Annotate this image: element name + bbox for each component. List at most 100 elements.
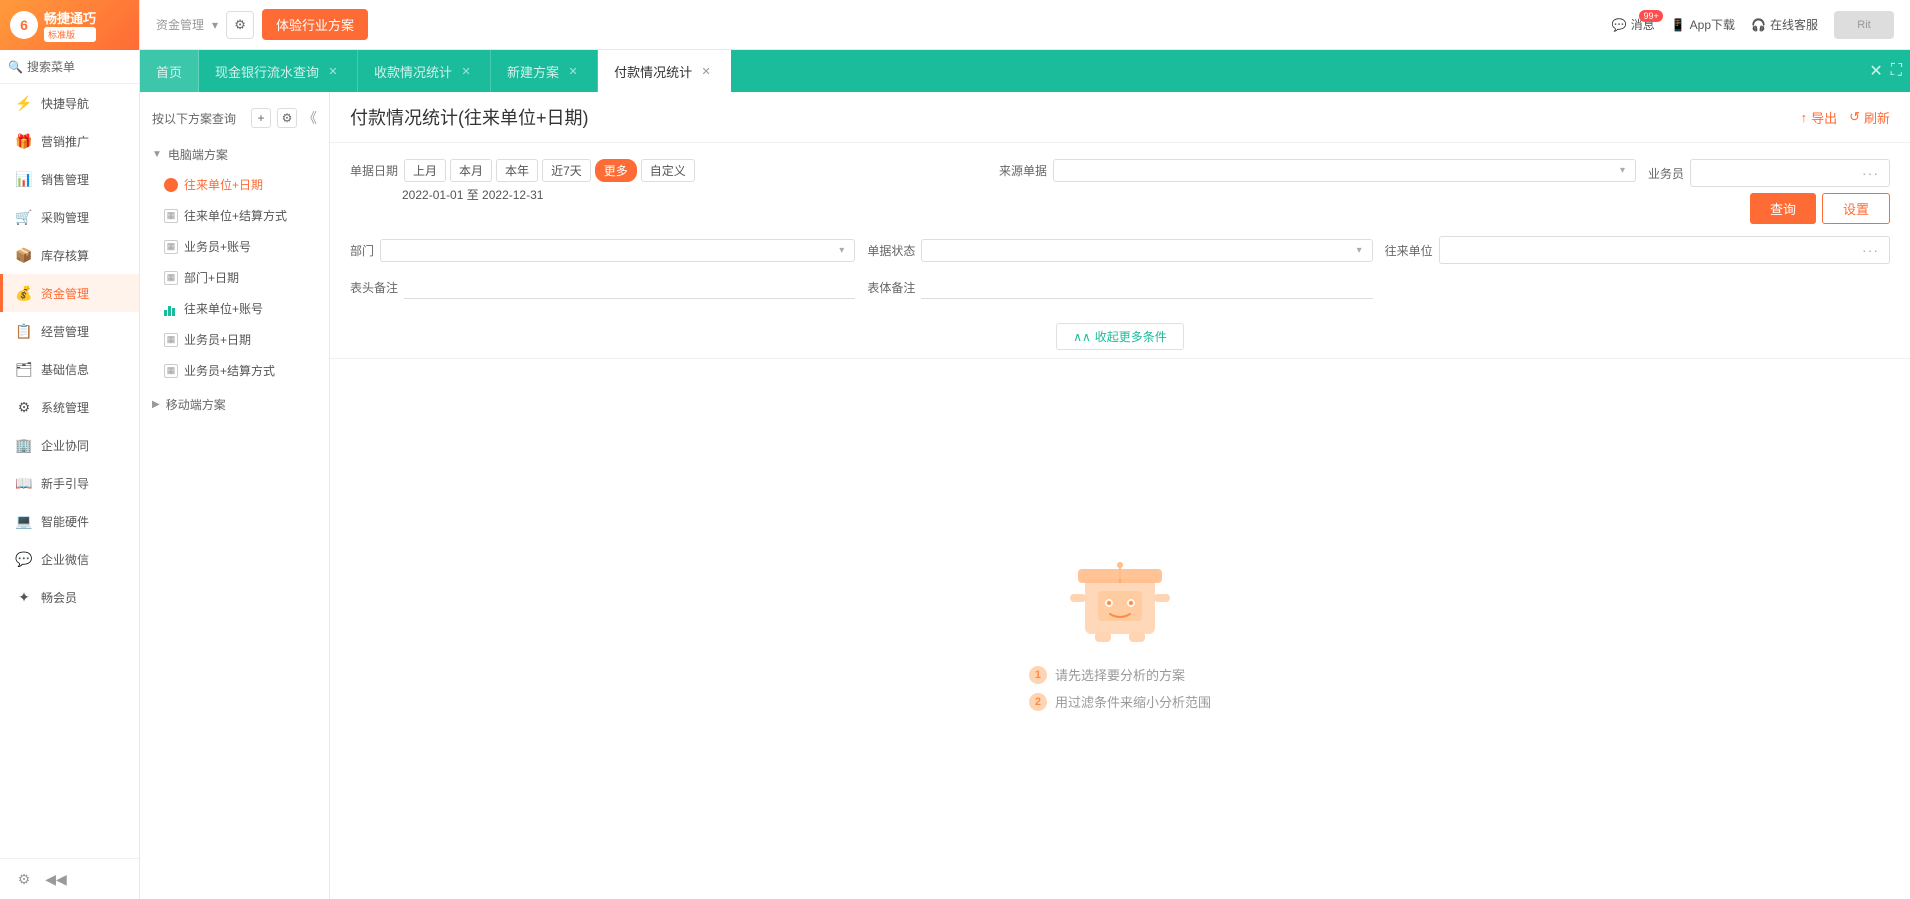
service-action[interactable]: 🎧 在线客服 — [1751, 16, 1818, 33]
scheme-item-unit-account[interactable]: 往来单位+账号 — [140, 293, 329, 324]
date-options: 上月 本月 本年 近7天 更多 自定义 — [404, 159, 695, 182]
scheme-group-desktop: ▼ 电脑端方案 往来单位+日期 ▦ 往来单位+结算方式 ▦ 业务员+账号 ▦ — [140, 140, 329, 386]
sidebar-item-label: 销售管理 — [41, 171, 89, 188]
filter-settings-btn[interactable]: 设置 — [1822, 193, 1890, 224]
group-arrow-down: ▼ — [152, 149, 162, 160]
sidebar-search[interactable]: 🔍 搜索菜单 — [0, 50, 139, 84]
sidebar-item-shortcut[interactable]: ⚡ 快捷导航 — [0, 84, 139, 122]
tabbar-close-icon[interactable]: ✕ — [1869, 61, 1882, 81]
sidebar-item-purchase[interactable]: 🛒 采购管理 — [0, 198, 139, 236]
query-btn[interactable]: 查询 — [1750, 193, 1816, 224]
scheme-item-circle-icon — [164, 178, 178, 192]
body-note-label: 表体备注 — [867, 279, 915, 296]
tab-cashflow-close[interactable]: ✕ — [325, 63, 341, 79]
tab-spacer — [731, 50, 1861, 92]
sidebar-item-marketing[interactable]: 🎁 营销推广 — [0, 122, 139, 160]
sidebar-item-wechat[interactable]: 💬 企业微信 — [0, 540, 139, 578]
sidebar-footer: ⚙ ◀◀ — [0, 858, 139, 899]
date-btn-custom[interactable]: 自定义 — [641, 159, 695, 182]
tabbar-actions: ✕ ⛶ — [1861, 50, 1910, 92]
date-btn-last-month[interactable]: 上月 — [404, 159, 446, 182]
scheme-item-unit-settle[interactable]: ▦ 往来单位+结算方式 — [140, 200, 329, 231]
partner-select[interactable]: ··· — [1439, 236, 1890, 264]
refresh-btn[interactable]: ↺ 刷新 — [1849, 108, 1890, 127]
sidebar-item-inventory[interactable]: 📦 库存核算 — [0, 236, 139, 274]
sidebar-item-guide[interactable]: 📖 新手引导 — [0, 464, 139, 502]
scheme-group-mobile-title[interactable]: ▶ 移动端方案 — [140, 390, 329, 419]
footer-collapse-icon[interactable]: ◀◀ — [44, 867, 68, 891]
main-content: 付款情况统计(往来单位+日期) ↑ 导出 ↺ 刷新 — [330, 92, 1910, 899]
tab-payment-close[interactable]: ✕ — [698, 63, 714, 79]
scheme-item-unit-date[interactable]: 往来单位+日期 — [140, 169, 329, 200]
scheme-item-staff-settle[interactable]: ▦ 业务员+结算方式 — [140, 355, 329, 386]
scheme-add-btn[interactable]: + — [251, 108, 271, 128]
tab-receipt-close[interactable]: ✕ — [458, 63, 474, 79]
sidebar-item-label: 基础信息 — [41, 361, 89, 378]
user-avatar[interactable]: Rit — [1834, 11, 1894, 39]
scheme-item-grid-icon4: ▦ — [164, 333, 178, 347]
staff-filter: 业务员 ··· — [1648, 159, 1890, 187]
scheme-group-desktop-label: 电脑端方案 — [168, 146, 228, 163]
topbar-settings-btn[interactable]: ⚙ — [226, 11, 254, 39]
message-action[interactable]: 💬 消息 99+ — [1612, 16, 1655, 33]
date-btn-7days[interactable]: 近7天 — [542, 159, 591, 182]
scheme-item-staff-account[interactable]: ▦ 业务员+账号 — [140, 231, 329, 262]
topbar: 资金管理 ▾ ⚙ 体验行业方案 💬 消息 99+ 📱 App下载 🎧 在线客服 … — [140, 0, 1910, 50]
sidebar-item-enterprise[interactable]: 🏢 企业协同 — [0, 426, 139, 464]
source-select[interactable]: ▾ — [1053, 159, 1636, 182]
date-btn-this-year[interactable]: 本年 — [496, 159, 538, 182]
scheme-collapse-btn[interactable]: 《 — [303, 108, 317, 128]
purchase-icon: 🛒 — [15, 208, 33, 226]
sidebar-item-sales[interactable]: 📊 销售管理 — [0, 160, 139, 198]
app-action[interactable]: 📱 App下载 — [1671, 16, 1735, 33]
bill-status-arrow-icon: ▾ — [1357, 245, 1362, 256]
scheme-item-grid-icon3: ▦ — [164, 271, 178, 285]
logo-badge: 标准版 — [44, 27, 96, 42]
dept-label: 部门 — [350, 242, 374, 259]
scheme-item-staff-date-label: 业务员+日期 — [184, 331, 251, 348]
date-btn-this-month[interactable]: 本月 — [450, 159, 492, 182]
date-btn-more[interactable]: 更多 — [595, 159, 637, 182]
logo-text-block: 畅捷通巧 标准版 — [44, 8, 96, 42]
body-note-input[interactable] — [921, 276, 1372, 299]
bill-status-label: 单据状态 — [867, 242, 915, 259]
search-label: 搜索菜单 — [27, 58, 75, 75]
app-label: App下载 — [1690, 16, 1735, 33]
scheme-item-dept-date[interactable]: ▦ 部门+日期 — [140, 262, 329, 293]
sidebar-item-system[interactable]: ⚙ 系统管理 — [0, 388, 139, 426]
tab-receipt[interactable]: 收款情况统计 ✕ — [358, 50, 491, 92]
trial-btn[interactable]: 体验行业方案 — [262, 9, 368, 40]
tab-new-scheme-close[interactable]: ✕ — [565, 63, 581, 79]
tabbar-expand-icon[interactable]: ⛶ — [1891, 62, 1902, 80]
header-note-input[interactable] — [404, 276, 855, 299]
topbar-breadcrumb: 资金管理 — [156, 16, 204, 33]
collapse-conditions-btn[interactable]: ∧∧ 收起更多条件 — [1056, 323, 1184, 350]
scheme-panel-header: 按以下方案查询 + ⚙ 《 — [140, 100, 329, 136]
footer-settings-icon[interactable]: ⚙ — [12, 867, 36, 891]
bill-date-filter: 单据日期 上月 本月 本年 近7天 更多 自定义 2022-01-01 至 20… — [350, 159, 987, 203]
sidebar-item-hardware[interactable]: 💻 智能硬件 — [0, 502, 139, 540]
sidebar-item-basic[interactable]: 🗂 基础信息 — [0, 350, 139, 388]
tab-new-scheme[interactable]: 新建方案 ✕ — [491, 50, 598, 92]
enterprise-icon: 🏢 — [15, 436, 33, 454]
page-header-actions: ↑ 导出 ↺ 刷新 — [1801, 108, 1890, 127]
scheme-item-staff-date[interactable]: ▦ 业务员+日期 — [140, 324, 329, 355]
tab-payment[interactable]: 付款情况统计 ✕ — [598, 50, 731, 92]
query-btns: 查询 设置 — [1750, 193, 1890, 224]
tab-cashflow[interactable]: 现金银行流水查询 ✕ — [199, 50, 358, 92]
scheme-item-staff-account-label: 业务员+账号 — [184, 238, 251, 255]
sidebar-item-finance[interactable]: 💰 资金管理 — [0, 274, 139, 312]
staff-select[interactable]: ··· — [1690, 159, 1890, 187]
topbar-dropdown-icon[interactable]: ▾ — [212, 18, 218, 32]
sidebar-item-label: 营销推广 — [41, 133, 89, 150]
dept-select[interactable]: ▾ — [380, 239, 855, 262]
sidebar-item-operations[interactable]: 📋 经营管理 — [0, 312, 139, 350]
scheme-settings-btn[interactable]: ⚙ — [277, 108, 297, 128]
tab-home[interactable]: 首页 — [140, 50, 199, 92]
sidebar-item-member[interactable]: ✦ 畅会员 — [0, 578, 139, 616]
scheme-group-desktop-title[interactable]: ▼ 电脑端方案 — [140, 140, 329, 169]
export-btn[interactable]: ↑ 导出 — [1801, 108, 1838, 127]
body-note-filter: 表体备注 — [867, 276, 1372, 299]
empty-tip1: 1 请先选择要分析的方案 — [1029, 665, 1211, 684]
bill-status-select[interactable]: ▾ — [921, 239, 1372, 262]
